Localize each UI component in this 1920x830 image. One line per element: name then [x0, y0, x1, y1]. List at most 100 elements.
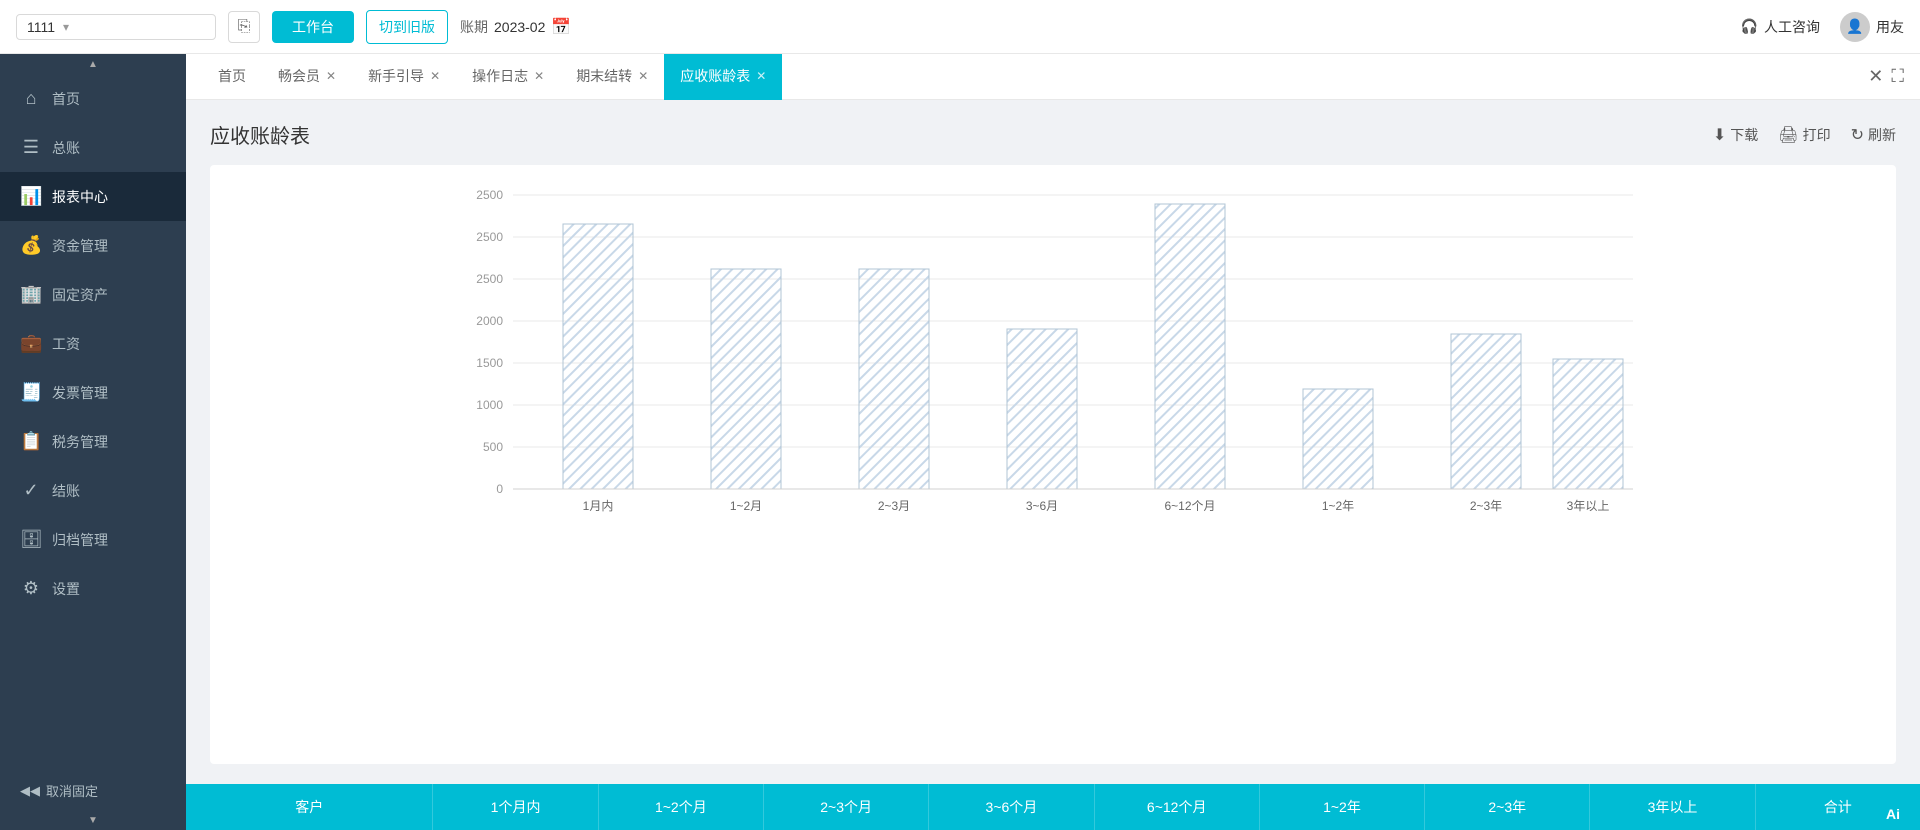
- table-header-0: 客户: [186, 784, 433, 830]
- expand-button[interactable]: ⛶: [1891, 66, 1904, 87]
- svg-text:2500: 2500: [476, 230, 503, 244]
- sidebar-label-archive: 归档管理: [52, 530, 108, 550]
- table-header-5: 6~12个月: [1095, 784, 1260, 830]
- tab-close-member[interactable]: ✕: [326, 69, 336, 83]
- tab-home[interactable]: 首页: [202, 54, 262, 100]
- user-name: 用友: [1876, 17, 1904, 37]
- table-header-4: 3~6个月: [929, 784, 1094, 830]
- tab-label-log: 操作日志: [472, 66, 528, 86]
- sidebar-item-fund[interactable]: 💰 资金管理: [0, 221, 186, 270]
- period-value: 2023-02: [494, 19, 545, 35]
- tab-actions: ✕ ⛶: [1868, 66, 1904, 87]
- download-icon: ⬇: [1713, 125, 1726, 145]
- sidebar-label-tax: 税务管理: [52, 432, 108, 452]
- page-header: 应收账龄表 ⬇ 下载 🖨 打印 ↻ 刷新: [210, 120, 1896, 149]
- sidebar-label-settings: 设置: [52, 579, 80, 599]
- table-header-2: 1~2个月: [599, 784, 764, 830]
- tab-log[interactable]: 操作日志 ✕: [456, 54, 560, 100]
- svg-text:2~3月: 2~3月: [878, 499, 910, 513]
- svg-text:1000: 1000: [476, 398, 503, 412]
- company-name: 1111: [27, 19, 55, 35]
- sidebar-label-report: 报表中心: [52, 187, 108, 207]
- tab-bar: 首页畅会员✕新手引导✕操作日志✕期末结转✕应收账龄表✕ ✕ ⛶: [186, 54, 1920, 100]
- tab-guide[interactable]: 新手引导✕: [352, 54, 456, 100]
- download-button[interactable]: ⬇ 下载: [1713, 125, 1758, 145]
- sidebar-label-checkout: 结账: [52, 481, 80, 501]
- sidebar-item-archive[interactable]: 🗄 归档管理: [0, 515, 186, 564]
- tab-close-log[interactable]: ✕: [534, 69, 544, 83]
- sidebar-item-invoice[interactable]: 🧾 发票管理: [0, 368, 186, 417]
- sidebar-item-ledger[interactable]: ☰ 总账: [0, 123, 186, 172]
- sidebar-icon-archive: 🗄: [20, 529, 42, 550]
- sidebar-label-home: 首页: [52, 89, 80, 109]
- company-selector[interactable]: 1111 ▾: [16, 14, 216, 40]
- main-layout: ▲ ⌂ 首页 ☰ 总账 📊 报表中心 💰 资金管理 🏢 固定资产 💼 工资 🧾 …: [0, 54, 1920, 830]
- svg-text:6~12个月: 6~12个月: [1164, 499, 1215, 513]
- copy-button[interactable]: ⎘: [228, 11, 260, 43]
- sidebar-item-settings[interactable]: ⚙ 设置: [0, 564, 186, 613]
- sidebar-label-invoice: 发票管理: [52, 383, 108, 403]
- sidebar-item-tax[interactable]: 📋 税务管理: [0, 417, 186, 466]
- bar-4: [1007, 329, 1077, 489]
- bar-7: [1451, 334, 1521, 489]
- print-button[interactable]: 🖨 打印: [1778, 125, 1830, 145]
- consult-button[interactable]: 🎧 人工咨询: [1741, 17, 1820, 37]
- sidebar-label-fund: 资金管理: [52, 236, 108, 256]
- scroll-down-icon: ▼: [88, 815, 98, 826]
- table-header-6: 1~2年: [1260, 784, 1425, 830]
- download-label: 下载: [1730, 125, 1758, 145]
- refresh-label: 刷新: [1868, 125, 1896, 145]
- sidebar-icon-salary: 💼: [20, 333, 42, 354]
- tab-close-guide[interactable]: ✕: [430, 69, 440, 83]
- sidebar-label-salary: 工资: [52, 334, 80, 354]
- sidebar-label-ledger: 总账: [52, 138, 80, 158]
- ai-label: Ai: [1886, 806, 1900, 822]
- sidebar-scroll-up[interactable]: ▲: [0, 54, 186, 74]
- sidebar-item-asset[interactable]: 🏢 固定资产: [0, 270, 186, 319]
- sidebar-item-checkout[interactable]: ✓ 结账: [0, 466, 186, 515]
- svg-text:500: 500: [483, 440, 503, 454]
- sidebar-icon-fund: 💰: [20, 235, 42, 256]
- bar-8: [1553, 359, 1623, 489]
- sidebar-label-asset: 固定资产: [52, 285, 108, 305]
- user-info[interactable]: 👤 用友: [1840, 12, 1904, 42]
- refresh-button[interactable]: ↻ 刷新: [1851, 125, 1896, 145]
- sidebar-scroll-down[interactable]: ▼: [0, 810, 186, 830]
- sidebar-icon-report: 📊: [20, 186, 42, 207]
- table-header-3: 2~3个月: [764, 784, 929, 830]
- page-actions: ⬇ 下载 🖨 打印 ↻ 刷新: [1713, 125, 1896, 145]
- bar-2: [711, 269, 781, 489]
- svg-text:1月内: 1月内: [583, 499, 614, 513]
- period-info: 账期 2023-02 📅: [460, 17, 571, 37]
- sidebar-item-salary[interactable]: 💼 工资: [0, 319, 186, 368]
- sidebar-icon-ledger: ☰: [20, 137, 42, 158]
- tab-label-aging: 应收账龄表: [680, 66, 750, 86]
- sidebar-item-report[interactable]: 📊 报表中心: [0, 172, 186, 221]
- copy-icon: ⎘: [238, 18, 251, 36]
- close-all-tabs-button[interactable]: ✕: [1868, 66, 1883, 87]
- sidebar-icon-invoice: 🧾: [20, 382, 42, 403]
- ai-badge[interactable]: Ai: [1866, 798, 1920, 830]
- svg-text:1~2月: 1~2月: [730, 499, 762, 513]
- scroll-up-icon: ▲: [88, 59, 98, 70]
- workbench-button[interactable]: 工作台: [272, 11, 354, 43]
- tab-close-period-end[interactable]: ✕: [638, 69, 648, 83]
- sidebar-item-home[interactable]: ⌂ 首页: [0, 74, 186, 123]
- sidebar: ▲ ⌂ 首页 ☰ 总账 📊 报表中心 💰 资金管理 🏢 固定资产 💼 工资 🧾 …: [0, 54, 186, 830]
- svg-text:3年以上: 3年以上: [1567, 499, 1610, 513]
- tab-close-aging[interactable]: ✕: [756, 69, 766, 83]
- sidebar-pin-toggle[interactable]: ◀◀ 取消固定: [0, 771, 186, 810]
- tab-period-end[interactable]: 期末结转✕: [560, 54, 664, 100]
- switch-version-button[interactable]: 切到旧版: [366, 10, 448, 44]
- svg-text:2000: 2000: [476, 314, 503, 328]
- tab-member[interactable]: 畅会员✕: [262, 54, 352, 100]
- pin-label: 取消固定: [46, 781, 98, 800]
- calendar-icon[interactable]: 📅: [551, 17, 571, 37]
- tab-aging[interactable]: 应收账龄表 ✕: [664, 54, 782, 100]
- svg-text:2500: 2500: [476, 188, 503, 202]
- print-icon: 🖨: [1778, 125, 1798, 145]
- consult-label: 人工咨询: [1764, 17, 1820, 37]
- bar-6: [1303, 389, 1373, 489]
- table-header-8: 3年以上: [1590, 784, 1755, 830]
- table-header-7: 2~3年: [1425, 784, 1590, 830]
